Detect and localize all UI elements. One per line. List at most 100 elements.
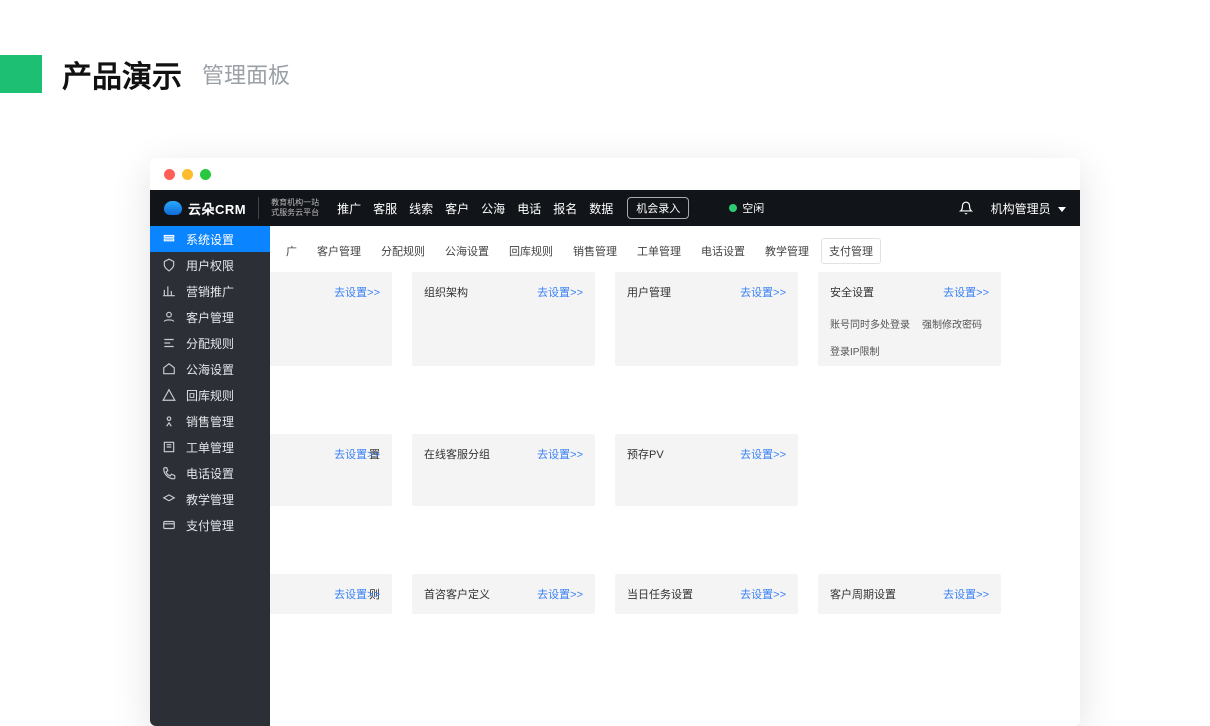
go-settings-link[interactable]: 去设置>> [537, 586, 583, 602]
sidebar-item-public-sea[interactable]: 公海设置 [150, 356, 270, 382]
go-settings-link[interactable]: 去设置>> [334, 586, 380, 602]
topnav-item[interactable]: 公海 [481, 200, 505, 217]
topnav-item[interactable]: 推广 [337, 200, 361, 217]
sidebar-item-ticket-mgmt[interactable]: 工单管理 [150, 434, 270, 460]
settings-card: 置 去设置>> [270, 434, 392, 506]
settings-card-user: 用户管理 去设置>> [615, 272, 798, 366]
tab-item[interactable]: 公海设置 [437, 238, 497, 264]
topnav-item[interactable]: 数据 [589, 200, 613, 217]
app-body: 系统设置 用户权限 营销推广 客户管理 分配规则 公海设置 [150, 226, 1080, 726]
sidebar-item-label: 公海设置 [186, 361, 234, 378]
go-settings-link[interactable]: 去设置>> [740, 284, 786, 300]
sidebar-item-label: 回库规则 [186, 387, 234, 404]
sidebar-item-label: 电话设置 [186, 465, 234, 482]
sidebar-item-label: 营销推广 [186, 283, 234, 300]
tab-bar: 广 客户管理 分配规则 公海设置 回库规则 销售管理 工单管理 电话设置 教学管… [270, 226, 1080, 272]
go-settings-link[interactable]: 去设置>> [537, 446, 583, 462]
brand-logo: 云朵CRM 教育机构一站 式服务云平台 [164, 197, 319, 219]
settings-icon [162, 232, 176, 246]
user-label: 机构管理员 [991, 202, 1051, 216]
app-window: 云朵CRM 教育机构一站 式服务云平台 推广 客服 线索 客户 公海 电话 报名… [150, 158, 1080, 726]
tab-item[interactable]: 电话设置 [693, 238, 753, 264]
settings-card-pv: 预存PV 去设置>> [615, 434, 798, 506]
sidebar-item-label: 用户权限 [186, 257, 234, 274]
window-close-icon[interactable] [164, 169, 175, 180]
tab-item[interactable]: 分配规则 [373, 238, 433, 264]
card-row: 置 去设置>> 在线客服分组 去设置>> 预存PV 去设置>> [270, 434, 1080, 574]
status-dot-icon [729, 204, 737, 212]
settings-card-security: 安全设置 去设置>> 账号同时多处登录 强制修改密码 登录IP限制 [818, 272, 1001, 366]
user-menu[interactable]: 机构管理员 [991, 200, 1066, 217]
brand-tagline: 教育机构一站 式服务云平台 [271, 198, 319, 217]
teach-icon [162, 492, 176, 506]
card-sub-item[interactable]: 登录IP限制 [830, 343, 879, 358]
sidebar-item-label: 销售管理 [186, 413, 234, 430]
sidebar-item-label: 支付管理 [186, 517, 234, 534]
topnav-item[interactable]: 客户 [445, 200, 469, 217]
tab-item[interactable]: 销售管理 [565, 238, 625, 264]
brand-text: 云朵CRM [188, 199, 246, 218]
chart-icon [162, 284, 176, 298]
topnav-item[interactable]: 电话 [517, 200, 541, 217]
go-settings-link[interactable]: 去设置>> [943, 586, 989, 602]
page-header: 产品演示 管理面板 [0, 52, 290, 96]
tab-item[interactable]: 回库规则 [501, 238, 561, 264]
rule-icon [162, 336, 176, 350]
sidebar-item-system-settings[interactable]: 系统设置 [150, 226, 270, 252]
sidebar-item-payment-mgmt[interactable]: 支付管理 [150, 512, 270, 538]
sidebar-item-customer-mgmt[interactable]: 客户管理 [150, 304, 270, 330]
go-settings-link[interactable]: 去设置>> [740, 446, 786, 462]
tab-partial[interactable]: 广 [278, 238, 305, 264]
accent-block [0, 55, 42, 93]
settings-card-cs-group: 在线客服分组 去设置>> [412, 434, 595, 506]
sidebar-item-user-permissions[interactable]: 用户权限 [150, 252, 270, 278]
page-subtitle: 管理面板 [202, 58, 290, 90]
sidebar-item-marketing[interactable]: 营销推广 [150, 278, 270, 304]
go-settings-link[interactable]: 去设置>> [537, 284, 583, 300]
sidebar-item-return-rules[interactable]: 回库规则 [150, 382, 270, 408]
sidebar: 系统设置 用户权限 营销推广 客户管理 分配规则 公海设置 [150, 226, 270, 726]
ticket-icon [162, 440, 176, 454]
window-zoom-icon[interactable] [200, 169, 211, 180]
status-indicator[interactable]: 空闲 [729, 200, 764, 216]
sidebar-item-label: 工单管理 [186, 439, 234, 456]
card-row: 去设置>> 组织架构 去设置>> 用户管理 去设置>> 安全设置 去设置>> [270, 272, 1080, 434]
card-icon [162, 518, 176, 532]
sidebar-item-label: 教学管理 [186, 491, 234, 508]
building-icon [162, 362, 176, 376]
sidebar-item-assign-rules[interactable]: 分配规则 [150, 330, 270, 356]
tab-item[interactable]: 工单管理 [629, 238, 689, 264]
tab-item[interactable]: 客户管理 [309, 238, 369, 264]
go-settings-link[interactable]: 去设置>> [740, 586, 786, 602]
sidebar-item-sales-mgmt[interactable]: 销售管理 [150, 408, 270, 434]
status-label: 空闲 [742, 200, 764, 216]
go-settings-link[interactable]: 去设置>> [334, 446, 380, 462]
record-opportunity-button[interactable]: 机会录入 [627, 197, 689, 219]
top-navbar: 云朵CRM 教育机构一站 式服务云平台 推广 客服 线索 客户 公海 电话 报名… [150, 190, 1080, 226]
settings-card-org: 组织架构 去设置>> [412, 272, 595, 366]
go-settings-link[interactable]: 去设置>> [943, 284, 989, 300]
content-area: 广 客户管理 分配规则 公海设置 回库规则 销售管理 工单管理 电话设置 教学管… [270, 226, 1080, 726]
sidebar-item-teaching-mgmt[interactable]: 教学管理 [150, 486, 270, 512]
topnav-item[interactable]: 报名 [553, 200, 577, 217]
window-titlebar [150, 158, 1080, 190]
sidebar-item-label: 系统设置 [186, 231, 234, 248]
card-sub-item[interactable]: 账号同时多处登录 [830, 316, 910, 331]
card-area: 去设置>> 组织架构 去设置>> 用户管理 去设置>> 安全设置 去设置>> [270, 272, 1080, 682]
sidebar-item-label: 分配规则 [186, 335, 234, 352]
card-sub-item[interactable]: 强制修改密码 [922, 316, 982, 331]
go-settings-link[interactable]: 去设置>> [334, 284, 380, 300]
topnav-item[interactable]: 线索 [409, 200, 433, 217]
settings-card: 去设置>> [270, 272, 392, 366]
sales-icon [162, 414, 176, 428]
chevron-down-icon [1058, 207, 1066, 212]
sidebar-item-phone-settings[interactable]: 电话设置 [150, 460, 270, 486]
window-minimize-icon[interactable] [182, 169, 193, 180]
topnav-item[interactable]: 客服 [373, 200, 397, 217]
logo-divider [258, 197, 259, 219]
tab-item[interactable]: 支付管理 [821, 238, 881, 264]
sidebar-item-label: 客户管理 [186, 309, 234, 326]
bell-icon[interactable] [959, 201, 973, 215]
page-title: 产品演示 [62, 52, 182, 96]
tab-item[interactable]: 教学管理 [757, 238, 817, 264]
